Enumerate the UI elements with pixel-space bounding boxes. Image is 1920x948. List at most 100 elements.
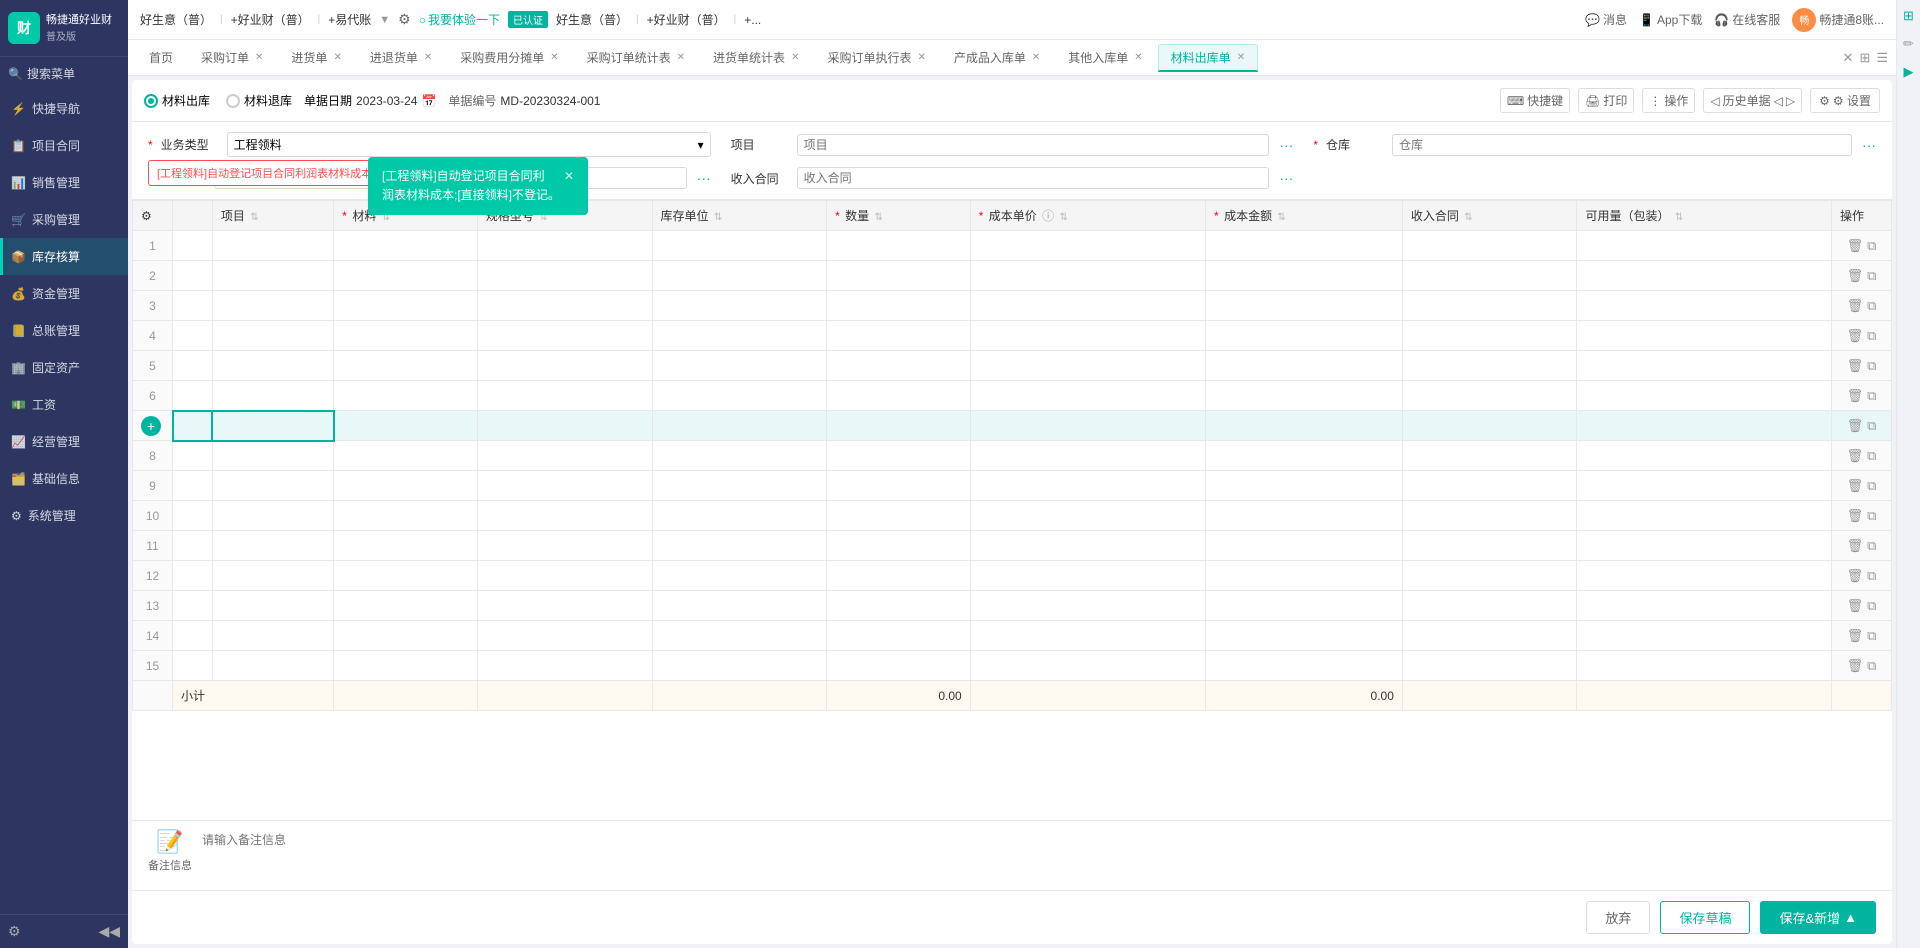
- copy-icon[interactable]: ⧉: [1867, 538, 1876, 554]
- row-spec[interactable]: [477, 231, 652, 261]
- copy-icon[interactable]: ⧉: [1867, 268, 1876, 284]
- delete-icon[interactable]: 🗑: [1847, 598, 1864, 614]
- action-button[interactable]: ⋮ 操作: [1642, 88, 1695, 113]
- delete-icon[interactable]: 🗑: [1847, 328, 1864, 344]
- copy-icon[interactable]: ⧉: [1867, 328, 1876, 344]
- row-material[interactable]: [334, 231, 478, 261]
- tab-purchase[interactable]: 采购订单 ✕: [188, 44, 276, 71]
- form-settings-button[interactable]: ⚙ ⚙ 设置: [1810, 88, 1880, 113]
- delete-icon[interactable]: 🗑: [1847, 268, 1864, 284]
- delete-icon[interactable]: 🗑: [1847, 358, 1864, 374]
- col-cost-amount[interactable]: 成本金额 ⇅: [1206, 201, 1403, 231]
- tab-stock-in[interactable]: 进货单 ✕: [278, 44, 354, 71]
- row-cost-price[interactable]: [970, 231, 1205, 261]
- collapse-icon[interactable]: ◀◀: [98, 923, 120, 940]
- notes-input[interactable]: [202, 829, 1876, 859]
- row-income-contract[interactable]: [1402, 231, 1577, 261]
- tab-stock-return[interactable]: 进退货单 ✕: [357, 44, 445, 71]
- copy-icon[interactable]: ⧉: [1867, 508, 1876, 524]
- col-quantity[interactable]: 数量 ⇅: [827, 201, 971, 231]
- copy-icon[interactable]: ⧉: [1867, 418, 1876, 434]
- tab-stock-in-close[interactable]: ✕: [333, 52, 341, 63]
- delete-icon[interactable]: 🗑: [1847, 298, 1864, 314]
- warehouse-input[interactable]: [1392, 134, 1852, 156]
- delete-icon[interactable]: 🗑: [1847, 478, 1864, 494]
- warehouse-dots[interactable]: ···: [1862, 137, 1876, 153]
- row-cost-amount[interactable]: [1206, 231, 1403, 261]
- delete-icon[interactable]: 🗑: [1847, 418, 1864, 434]
- copy-icon[interactable]: ⧉: [1867, 568, 1876, 584]
- topbar-r2[interactable]: +好业财（普）: [647, 11, 726, 28]
- calendar-icon[interactable]: 📅: [421, 94, 436, 108]
- settings-top-icon[interactable]: ⚙: [398, 11, 411, 28]
- copy-icon[interactable]: ⧉: [1867, 658, 1876, 674]
- delete-icon[interactable]: 🗑: [1847, 658, 1864, 674]
- topbar-good-wealth[interactable]: +好业财（普）: [231, 11, 310, 28]
- delete-icon[interactable]: 🗑: [1847, 568, 1864, 584]
- save-draft-button[interactable]: 保存草稿: [1660, 901, 1750, 934]
- topbar-easy-account[interactable]: +易代账: [328, 11, 371, 28]
- col-available-qty[interactable]: 可用量（包装） ⇅: [1577, 201, 1832, 231]
- settings-icon[interactable]: ⚙: [8, 923, 21, 940]
- topbar-r3[interactable]: +...: [744, 13, 761, 27]
- delete-icon[interactable]: 🗑: [1847, 238, 1864, 254]
- copy-icon[interactable]: ⧉: [1867, 238, 1876, 254]
- sidebar-item-assets[interactable]: 🏢 固定资产: [0, 349, 128, 386]
- nav-next[interactable]: ▷: [1786, 94, 1795, 108]
- sort-unit[interactable]: ⇅: [714, 212, 722, 223]
- tab-stock-stat[interactable]: 进货单统计表 ✕: [700, 44, 812, 71]
- shortcut-button[interactable]: ⌨ 快捷键: [1500, 88, 1570, 113]
- delete-icon[interactable]: 🗑: [1847, 628, 1864, 644]
- delete-icon[interactable]: 🗑: [1847, 538, 1864, 554]
- sort-quantity[interactable]: ⇅: [875, 212, 883, 223]
- copy-icon[interactable]: ⧉: [1867, 598, 1876, 614]
- row-project[interactable]: [212, 231, 333, 261]
- user-menu[interactable]: 畅 畅捷通8账...: [1792, 8, 1884, 32]
- copy-icon[interactable]: ⧉: [1867, 358, 1876, 374]
- add-row-button[interactable]: +: [141, 416, 161, 436]
- tab-stock-return-close[interactable]: ✕: [424, 52, 432, 63]
- sidebar-item-contract[interactable]: 📋 项目合同: [0, 127, 128, 164]
- handler-dots[interactable]: ···: [697, 170, 711, 186]
- row-available-qty[interactable]: [1577, 231, 1832, 261]
- income-contract-dots[interactable]: ···: [1279, 170, 1293, 186]
- sidebar-item-system[interactable]: ⚙ 系统管理: [0, 497, 128, 534]
- delete-icon[interactable]: 🗑: [1847, 508, 1864, 524]
- tooltip-close[interactable]: ✕: [564, 167, 574, 186]
- topbar-r1[interactable]: 好生意（普）: [556, 11, 628, 28]
- tab-list-view[interactable]: ☰: [1876, 50, 1888, 66]
- app-download-button[interactable]: 📱 App下载: [1639, 11, 1702, 28]
- radio-material-return[interactable]: 材料退库: [226, 92, 292, 109]
- copy-icon[interactable]: ⧉: [1867, 388, 1876, 404]
- sidebar-item-basic[interactable]: 🗂️ 基础信息: [0, 460, 128, 497]
- col-project[interactable]: 项目 ⇅: [212, 201, 333, 231]
- row-quantity[interactable]: [827, 231, 971, 261]
- col-income-contract[interactable]: 收入合同 ⇅: [1402, 201, 1577, 231]
- project-input[interactable]: [797, 134, 1270, 156]
- sort-cost-price[interactable]: ⇅: [1059, 212, 1067, 223]
- tab-cost-share-close[interactable]: ✕: [550, 52, 558, 63]
- col-unit[interactable]: 库存单位 ⇅: [652, 201, 827, 231]
- tab-purchase-exec-close[interactable]: ✕: [917, 52, 925, 63]
- discard-button[interactable]: 放弃: [1586, 901, 1650, 934]
- tab-stock-stat-close[interactable]: ✕: [791, 52, 799, 63]
- right-panel-green-icon[interactable]: ▶: [1899, 62, 1919, 82]
- sidebar-item-search[interactable]: 🔍 搜索菜单: [0, 57, 128, 90]
- copy-icon[interactable]: ⧉: [1867, 448, 1876, 464]
- project-dots[interactable]: ···: [1279, 137, 1293, 153]
- sort-cost-amount[interactable]: ⇅: [1277, 212, 1285, 223]
- tab-purchase-stat-close[interactable]: ✕: [677, 52, 685, 63]
- history-button[interactable]: ◁ 历史单据 ◁ ▷: [1703, 88, 1802, 113]
- sidebar-item-inventory[interactable]: 📦 库存核算: [0, 238, 128, 275]
- tab-other-in[interactable]: 其他入库单 ✕: [1055, 44, 1155, 71]
- income-contract-input[interactable]: [797, 167, 1270, 189]
- tab-product-in-close[interactable]: ✕: [1032, 52, 1040, 63]
- tab-cost-share[interactable]: 采购费用分摊单 ✕: [447, 44, 571, 71]
- row-unit[interactable]: [652, 231, 827, 261]
- tab-material-out[interactable]: 材料出库单 ✕: [1158, 44, 1258, 72]
- tab-purchase-close[interactable]: ✕: [255, 52, 263, 63]
- topbar-good-biz[interactable]: 好生意（普）: [140, 11, 212, 28]
- cost-price-info-icon[interactable]: ⓘ: [1042, 209, 1054, 223]
- sort-available[interactable]: ⇅: [1675, 212, 1683, 223]
- copy-icon[interactable]: ⧉: [1867, 628, 1876, 644]
